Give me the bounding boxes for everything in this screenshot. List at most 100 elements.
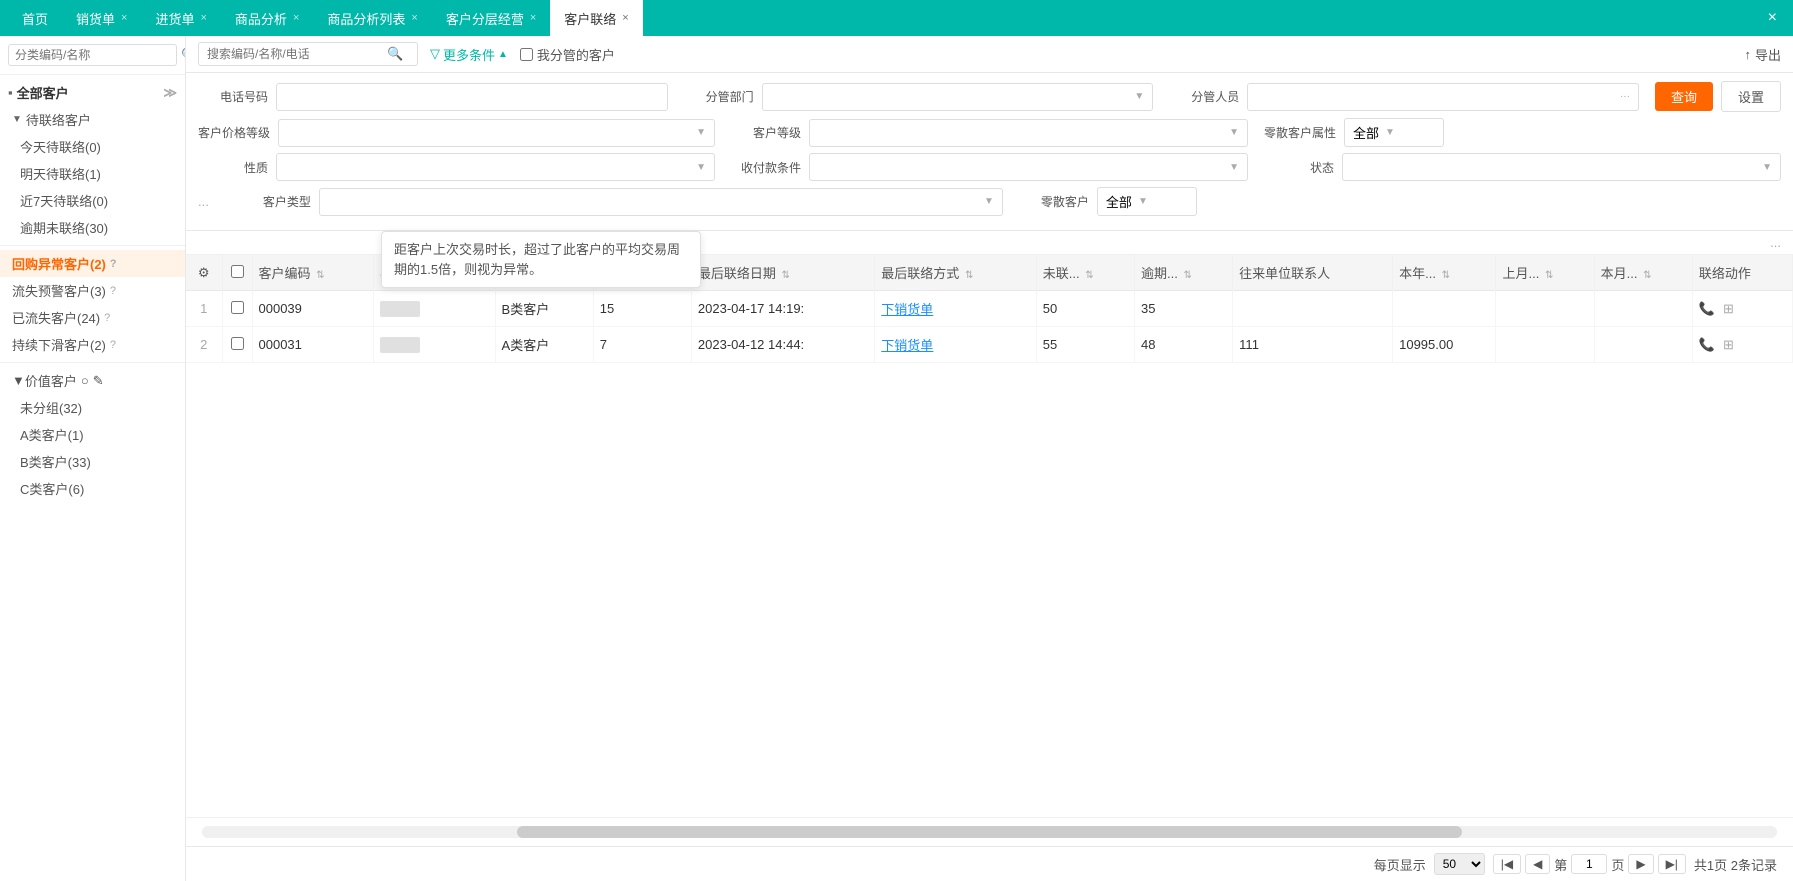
nav-product-analysis-list[interactable]: 商品分析列表 × [313, 0, 431, 36]
sidebar-item-7days[interactable]: 近7天待联络(0) [0, 187, 185, 214]
cell-checkbox-0[interactable] [222, 291, 252, 327]
first-page-button[interactable]: |◀ [1493, 854, 1521, 874]
setting-button[interactable]: 设置 [1721, 81, 1781, 112]
action-phone-icon-1[interactable]: 📞 [1699, 337, 1715, 353]
zero-retail-chevron-icon: ▼ [1385, 127, 1395, 138]
col-code-header[interactable]: 客户编码 ⇅ [252, 255, 374, 291]
nav-close-product-list[interactable]: × [411, 12, 417, 24]
sidebar-item-overdue[interactable]: 逾期未联络(30) [0, 214, 185, 241]
action-phone-icon-0[interactable]: 📞 [1699, 301, 1715, 317]
pending-group[interactable]: ▼ 待联络客户 [0, 106, 185, 133]
scrollbar-thumb[interactable] [517, 826, 1462, 838]
col-this-year-header[interactable]: 本年... ⇅ [1393, 255, 1496, 291]
sidebar-item-declining[interactable]: 持续下滑客户(2) ? [0, 331, 185, 358]
nav-customer-tier[interactable]: 客户分层经营 × [432, 0, 550, 36]
nav-close-purchase[interactable]: × [200, 12, 206, 24]
export-button[interactable]: ↑ 导出 [1744, 45, 1781, 64]
all-customers-icon: ▪ [8, 85, 13, 100]
cell-checkbox-1[interactable] [222, 327, 252, 363]
sidebar-item-already-lost[interactable]: 已流失客户(24) ? [0, 304, 185, 331]
lost-help-icon[interactable]: ? [110, 285, 116, 297]
per-page-select[interactable]: 50 100 200 [1434, 853, 1485, 875]
tooltip-popup: 距客户上次交易时长，超过了此客户的平均交易周期的1.5倍，则视为异常。 [381, 231, 701, 288]
action-more-icon-1[interactable]: ⊞ [1723, 337, 1734, 353]
select-all-checkbox[interactable] [231, 265, 244, 278]
nav-close-sales[interactable]: × [121, 12, 127, 24]
value-edit-icon[interactable]: ✎ [93, 373, 104, 389]
col-last-method-header[interactable]: 最后联络方式 ⇅ [875, 255, 1037, 291]
window-close-button[interactable]: × [1760, 9, 1785, 27]
already-lost-help-icon[interactable]: ? [104, 312, 110, 324]
nav-close-product-analysis[interactable]: × [293, 12, 299, 24]
my-customer-check[interactable]: 我分管的客户 [520, 45, 615, 64]
prev-page-button[interactable]: ◀ [1525, 854, 1550, 874]
nav-home[interactable]: 首页 [8, 0, 62, 36]
cell-action-1[interactable]: 📞 ⊞ [1692, 327, 1792, 363]
sidebar-search-input[interactable] [8, 44, 177, 66]
sidebar-item-tomorrow[interactable]: 明天待联络(1) [0, 160, 185, 187]
sidebar-item-lost-warning[interactable]: 流失预警客户(3) ? [0, 277, 185, 304]
filter-price-level: 客户价格等级 ▼ [198, 119, 715, 147]
department-select[interactable]: ▼ [762, 83, 1154, 111]
declining-help-icon[interactable]: ? [110, 339, 116, 351]
sidebar-item-a-class[interactable]: A类客户(1) [0, 421, 185, 448]
customer-type-select[interactable]: ▼ [319, 188, 1003, 216]
next-page-button[interactable]: ▶ [1628, 854, 1653, 874]
last-page-button[interactable]: ▶| [1658, 854, 1686, 874]
sidebar-item-c-class[interactable]: C类客户(6) [0, 475, 185, 502]
main-search-icon[interactable]: 🔍 [387, 46, 403, 62]
col-this-month-header[interactable]: 本月... ⇅ [1594, 255, 1692, 291]
person-chevron-icon: ··· [1620, 91, 1630, 102]
tooltip-ellipsis[interactable]: ... [1770, 235, 1781, 250]
filter-actions: 查询 设置 [1655, 81, 1781, 112]
sidebar-item-ungroup[interactable]: 未分组(32) [0, 394, 185, 421]
zero-retail-attr-select[interactable]: 全部 ▼ [1344, 118, 1444, 147]
person-select[interactable]: ··· [1247, 83, 1639, 111]
row-checkbox-0[interactable] [231, 301, 244, 314]
row-checkbox-1[interactable] [231, 337, 244, 350]
sidebar-item-b-class[interactable]: B类客户(33) [0, 448, 185, 475]
query-button[interactable]: 查询 [1655, 82, 1713, 111]
cell-last-method-0[interactable]: 下销货单 [875, 291, 1037, 327]
customer-level-select[interactable]: ▼ [809, 119, 1248, 147]
filter-status: 状态 ▼ [1264, 153, 1781, 181]
sidebar-item-repurchase[interactable]: 回购异常客户(2) ? [0, 250, 185, 277]
nav-close-contact[interactable]: × [622, 12, 628, 24]
nav-purchase-order[interactable]: 进货单 × [141, 0, 220, 36]
nav-customer-contact[interactable]: 客户联络 × [550, 0, 642, 36]
payment-select[interactable]: ▼ [809, 153, 1248, 181]
action-more-icon-0[interactable]: ⊞ [1723, 301, 1734, 317]
nav-sales-order[interactable]: 销货单 × [62, 0, 141, 36]
my-customer-checkbox[interactable] [520, 48, 533, 61]
zero-customer-select[interactable]: 全部 ▼ [1097, 187, 1197, 216]
col-settings[interactable]: ⚙ [186, 255, 222, 291]
page-number-input[interactable] [1571, 854, 1607, 874]
nav-product-analysis[interactable]: 商品分析 × [221, 0, 313, 36]
gender-select[interactable]: ▼ [276, 153, 715, 181]
repurchase-help-icon[interactable]: ? [110, 258, 117, 270]
col-last-month-header[interactable]: 上月... ⇅ [1496, 255, 1594, 291]
value-customer-group[interactable]: ▼ 价值客户 ○ ✎ [0, 367, 185, 394]
col-not-contacted-header[interactable]: 未联... ⇅ [1036, 255, 1134, 291]
col-unit-contacts-header: 往来单位联系人 [1233, 255, 1393, 291]
main-search-input[interactable] [207, 47, 387, 61]
scrollbar-track[interactable] [202, 826, 1777, 838]
value-check-icon[interactable]: ○ [81, 373, 89, 388]
more-conditions-button[interactable]: ▽ 更多条件 ▲ [430, 45, 508, 64]
cell-action-0[interactable]: 📞 ⊞ [1692, 291, 1792, 327]
col-checkbox-header[interactable] [222, 255, 252, 291]
phone-input[interactable] [276, 83, 668, 111]
cell-last-method-1[interactable]: 下销货单 [875, 327, 1037, 363]
sidebar: 🔍 ▪ 全部客户 ≫ ▼ 待联络客户 今天待联络(0) 明天待联络(1) 近7天… [0, 36, 186, 881]
col-last-date-header[interactable]: 最后联络日期 ⇅ [691, 255, 874, 291]
nav-close-tier[interactable]: × [530, 12, 536, 24]
all-customers-header[interactable]: ▪ 全部客户 ≫ [0, 75, 185, 106]
sidebar-item-today[interactable]: 今天待联络(0) [0, 133, 185, 160]
this-month-sort-icon: ⇅ [1643, 270, 1651, 281]
price-level-select[interactable]: ▼ [278, 119, 715, 147]
status-select[interactable]: ▼ [1342, 153, 1781, 181]
cell-level-1: A类客户 [495, 327, 593, 363]
sidebar-collapse-icon[interactable]: ≫ [163, 85, 177, 101]
horizontal-scrollbar[interactable] [186, 817, 1793, 846]
col-overdue-header[interactable]: 逾期... ⇅ [1134, 255, 1232, 291]
